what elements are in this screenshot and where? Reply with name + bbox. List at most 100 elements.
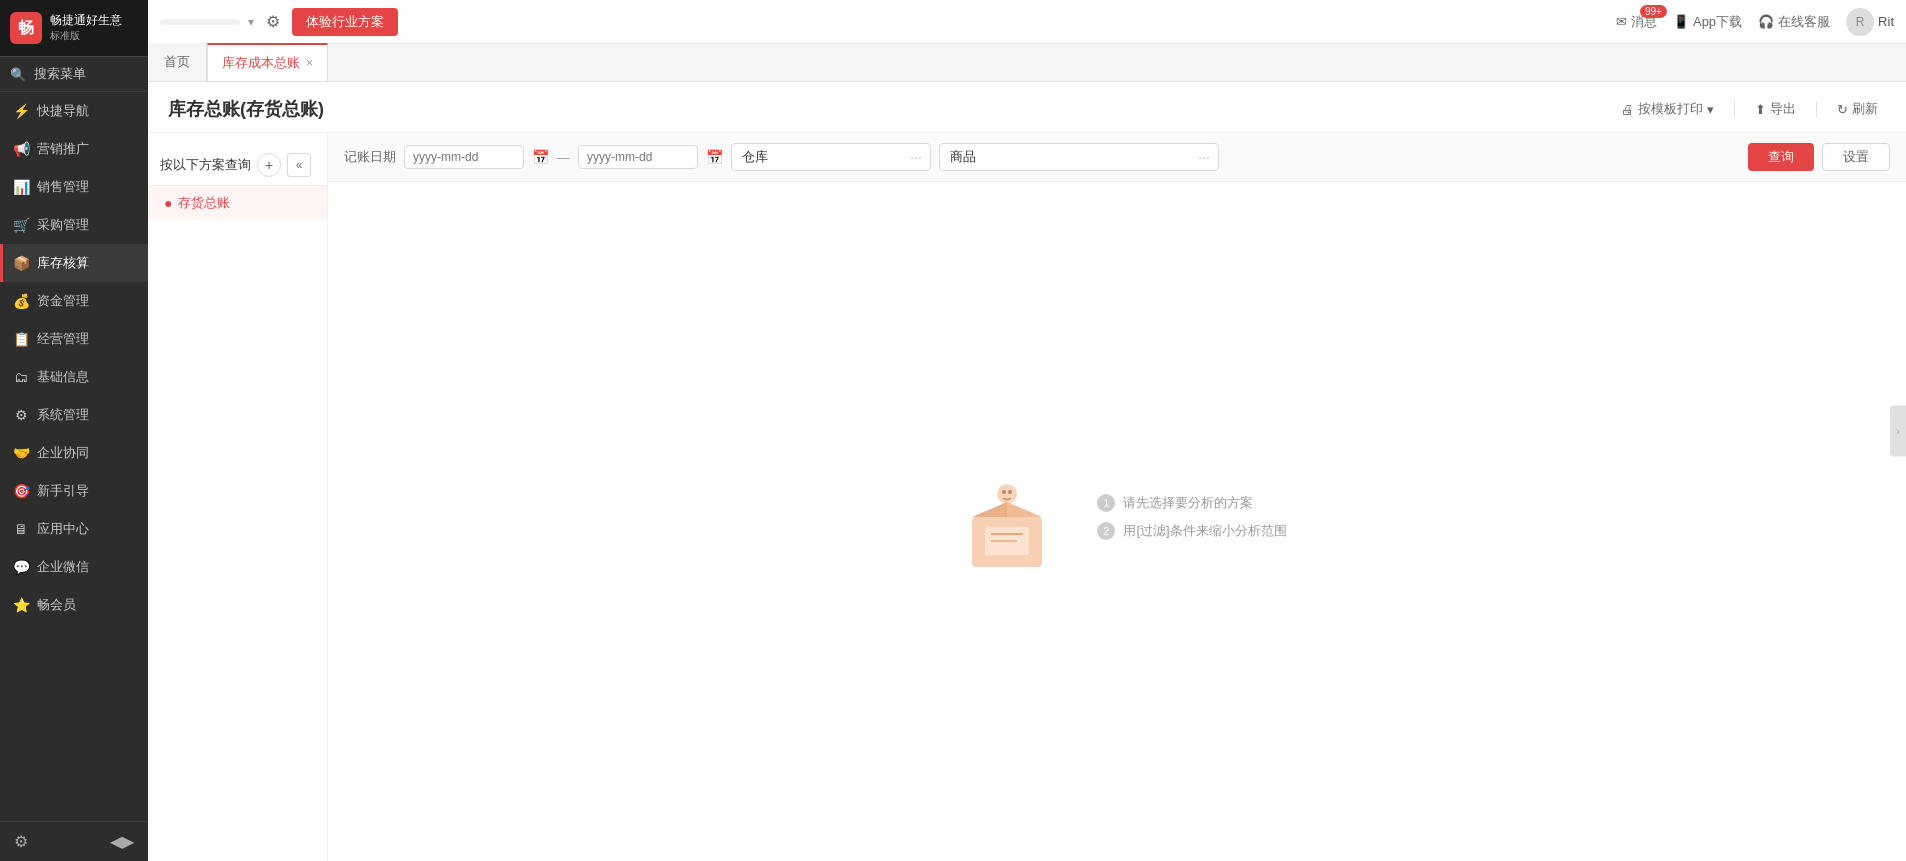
sidebar-bottom: ⚙ ◀▶ xyxy=(0,821,148,861)
sidebar-item-label: 系统管理 xyxy=(37,406,89,424)
sidebar-item-finance[interactable]: 💰 资金管理 xyxy=(0,282,148,320)
message-badge: 99+ xyxy=(1640,5,1667,18)
topbar-left: ▾ ⚙ 体验行业方案 xyxy=(160,8,1616,36)
sidebar-nav: ⚡ 快捷导航 📢 营销推广 📊 销售管理 🛒 采购管理 📦 库存核算 💰 资金管… xyxy=(0,92,148,821)
message-btn[interactable]: ✉ 消息 99+ xyxy=(1616,13,1657,31)
page-title: 库存总账(存货总账) xyxy=(168,97,324,121)
query-btn[interactable]: 查询 xyxy=(1748,143,1814,171)
sidebar-item-label: 畅会员 xyxy=(37,596,76,614)
print-btn[interactable]: 🖨 按模板打印 ▾ xyxy=(1613,96,1722,122)
settings-btn[interactable]: 设置 xyxy=(1822,143,1890,171)
svg-marker-2 xyxy=(1007,502,1042,517)
operation-icon: 📋 xyxy=(13,331,29,347)
warehouse-select[interactable]: 仓库 ··· xyxy=(731,143,931,171)
basic-icon: 🗂 xyxy=(13,369,29,385)
logo-sub: 标准版 xyxy=(50,29,122,43)
sidebar-item-marketing[interactable]: 📢 营销推广 xyxy=(0,130,148,168)
sidebar-item-vip[interactable]: ⭐ 畅会员 xyxy=(0,586,148,624)
product-more-icon: ··· xyxy=(1198,149,1210,165)
empty-hint-1-text: 请先选择要分析的方案 xyxy=(1123,494,1253,512)
sidebar-item-operation[interactable]: 📋 经营管理 xyxy=(0,320,148,358)
main-content: 记账日期 📅 — 📅 仓库 ··· 商品 ··· xyxy=(328,133,1906,861)
breadcrumb xyxy=(160,19,240,25)
sidebar-item-sales[interactable]: 📊 销售管理 xyxy=(0,168,148,206)
calendar-start-icon[interactable]: 📅 xyxy=(532,149,549,165)
empty-hint-1: 1 请先选择要分析的方案 xyxy=(1097,494,1286,512)
sidebar-item-purchase[interactable]: 🛒 采购管理 xyxy=(0,206,148,244)
export-btn[interactable]: ⬆ 导出 xyxy=(1747,96,1804,122)
sidebar-item-label: 新手引导 xyxy=(37,482,89,500)
export-icon: ⬆ xyxy=(1755,102,1766,117)
search-menu[interactable]: 🔍 搜索菜单 xyxy=(0,57,148,92)
enterprise-icon: 🤝 xyxy=(13,445,29,461)
online-service-label: 在线客服 xyxy=(1778,13,1830,31)
filter-collapse-btn[interactable]: « xyxy=(287,153,311,177)
date-separator: — xyxy=(557,150,570,165)
app-download-btn[interactable]: 📱 App下载 xyxy=(1673,13,1742,31)
calendar-end-icon[interactable]: 📅 xyxy=(706,149,723,165)
sidebar-item-label: 企业协同 xyxy=(37,444,89,462)
empty-content: 1 请先选择要分析的方案 2 用[过滤]条件来缩小分析范围 xyxy=(947,462,1286,582)
sidebar-item-newbie[interactable]: 🎯 新手引导 xyxy=(0,472,148,510)
toggle-icon: › xyxy=(1896,425,1899,436)
warehouse-more-icon: ··· xyxy=(910,149,922,165)
tab-home[interactable]: 首页 xyxy=(148,43,207,81)
right-panel-toggle[interactable]: › xyxy=(1890,405,1906,456)
product-select[interactable]: 商品 ··· xyxy=(939,143,1219,171)
svg-marker-1 xyxy=(972,502,1007,517)
tab-bar: 首页 库存成本总账 × xyxy=(148,44,1906,82)
inventory-icon: 📦 xyxy=(13,255,29,271)
date-start-input[interactable] xyxy=(404,145,524,169)
finance-icon: 💰 xyxy=(13,293,29,309)
app-download-label: App下载 xyxy=(1693,13,1742,31)
topbar: ▾ ⚙ 体验行业方案 ✉ 消息 99+ 📱 App下载 🎧 在线客服 R Rit xyxy=(148,0,1906,44)
phone-icon: 📱 xyxy=(1673,14,1689,29)
hint-num-1: 1 xyxy=(1097,494,1115,512)
chevron-down-icon[interactable]: ▾ xyxy=(248,15,254,29)
export-label: 导出 xyxy=(1770,100,1796,118)
sidebar-item-label: 应用中心 xyxy=(37,520,89,538)
svg-point-8 xyxy=(1008,490,1012,494)
sales-icon: 📊 xyxy=(13,179,29,195)
close-icon[interactable]: × xyxy=(306,56,313,70)
sidebar-item-label: 经营管理 xyxy=(37,330,89,348)
settings-icon[interactable]: ⚙ xyxy=(14,832,28,851)
sidebar: 畅 畅捷通好生意 标准版 🔍 搜索菜单 ⚡ 快捷导航 📢 营销推广 📊 销售管理… xyxy=(0,0,148,861)
divider2 xyxy=(1816,101,1817,117)
sidebar-item-enterprise[interactable]: 🤝 企业协同 xyxy=(0,434,148,472)
purchase-icon: 🛒 xyxy=(13,217,29,233)
sidebar-item-inventory[interactable]: 📦 库存核算 xyxy=(0,244,148,282)
filter-label: 按以下方案查询 xyxy=(160,156,251,174)
sidebar-item-label: 企业微信 xyxy=(37,558,89,576)
filter-row: 记账日期 📅 — 📅 仓库 ··· 商品 ··· xyxy=(328,133,1906,182)
sidebar-item-label: 采购管理 xyxy=(37,216,89,234)
scheme-item-icon: ● xyxy=(164,195,172,211)
sidebar-item-system[interactable]: ⚙ 系统管理 xyxy=(0,396,148,434)
logo-icon: 畅 xyxy=(10,12,42,44)
wechat-icon: 💬 xyxy=(13,559,29,575)
scheme-item-inventory-ledger[interactable]: ● 存货总账 xyxy=(148,186,327,220)
tab-home-label: 首页 xyxy=(164,53,190,71)
online-service-btn[interactable]: 🎧 在线客服 xyxy=(1758,13,1830,31)
collapse-icon[interactable]: ◀▶ xyxy=(110,832,134,851)
page-panel: 库存总账(存货总账) 🖨 按模板打印 ▾ ⬆ 导出 ↻ 刷新 xyxy=(148,82,1906,861)
product-label: 商品 xyxy=(950,148,976,166)
tab-inventory-ledger[interactable]: 库存成本总账 × xyxy=(207,43,328,81)
empty-hint-2: 2 用[过滤]条件来缩小分析范围 xyxy=(1097,522,1286,540)
refresh-label: 刷新 xyxy=(1852,100,1878,118)
scheme-item-label: 存货总账 xyxy=(178,194,230,212)
sidebar-item-wechat[interactable]: 💬 企业微信 xyxy=(0,548,148,586)
sidebar-item-basic[interactable]: 🗂 基础信息 xyxy=(0,358,148,396)
sidebar-item-quick-nav[interactable]: ⚡ 快捷导航 xyxy=(0,92,148,130)
filter-add-btn[interactable]: + xyxy=(257,153,281,177)
sidebar-item-appstore[interactable]: 🖥 应用中心 xyxy=(0,510,148,548)
date-end-input[interactable] xyxy=(578,145,698,169)
sidebar-item-label: 资金管理 xyxy=(37,292,89,310)
sidebar-item-label: 快捷导航 xyxy=(37,102,89,120)
refresh-btn[interactable]: ↻ 刷新 xyxy=(1829,96,1886,122)
industry-btn[interactable]: 体验行业方案 xyxy=(292,8,398,36)
page-header-actions: 🖨 按模板打印 ▾ ⬆ 导出 ↻ 刷新 xyxy=(1613,96,1886,122)
topbar-settings-icon[interactable]: ⚙ xyxy=(262,8,284,35)
newbie-icon: 🎯 xyxy=(13,483,29,499)
user-area[interactable]: R Rit xyxy=(1846,8,1894,36)
